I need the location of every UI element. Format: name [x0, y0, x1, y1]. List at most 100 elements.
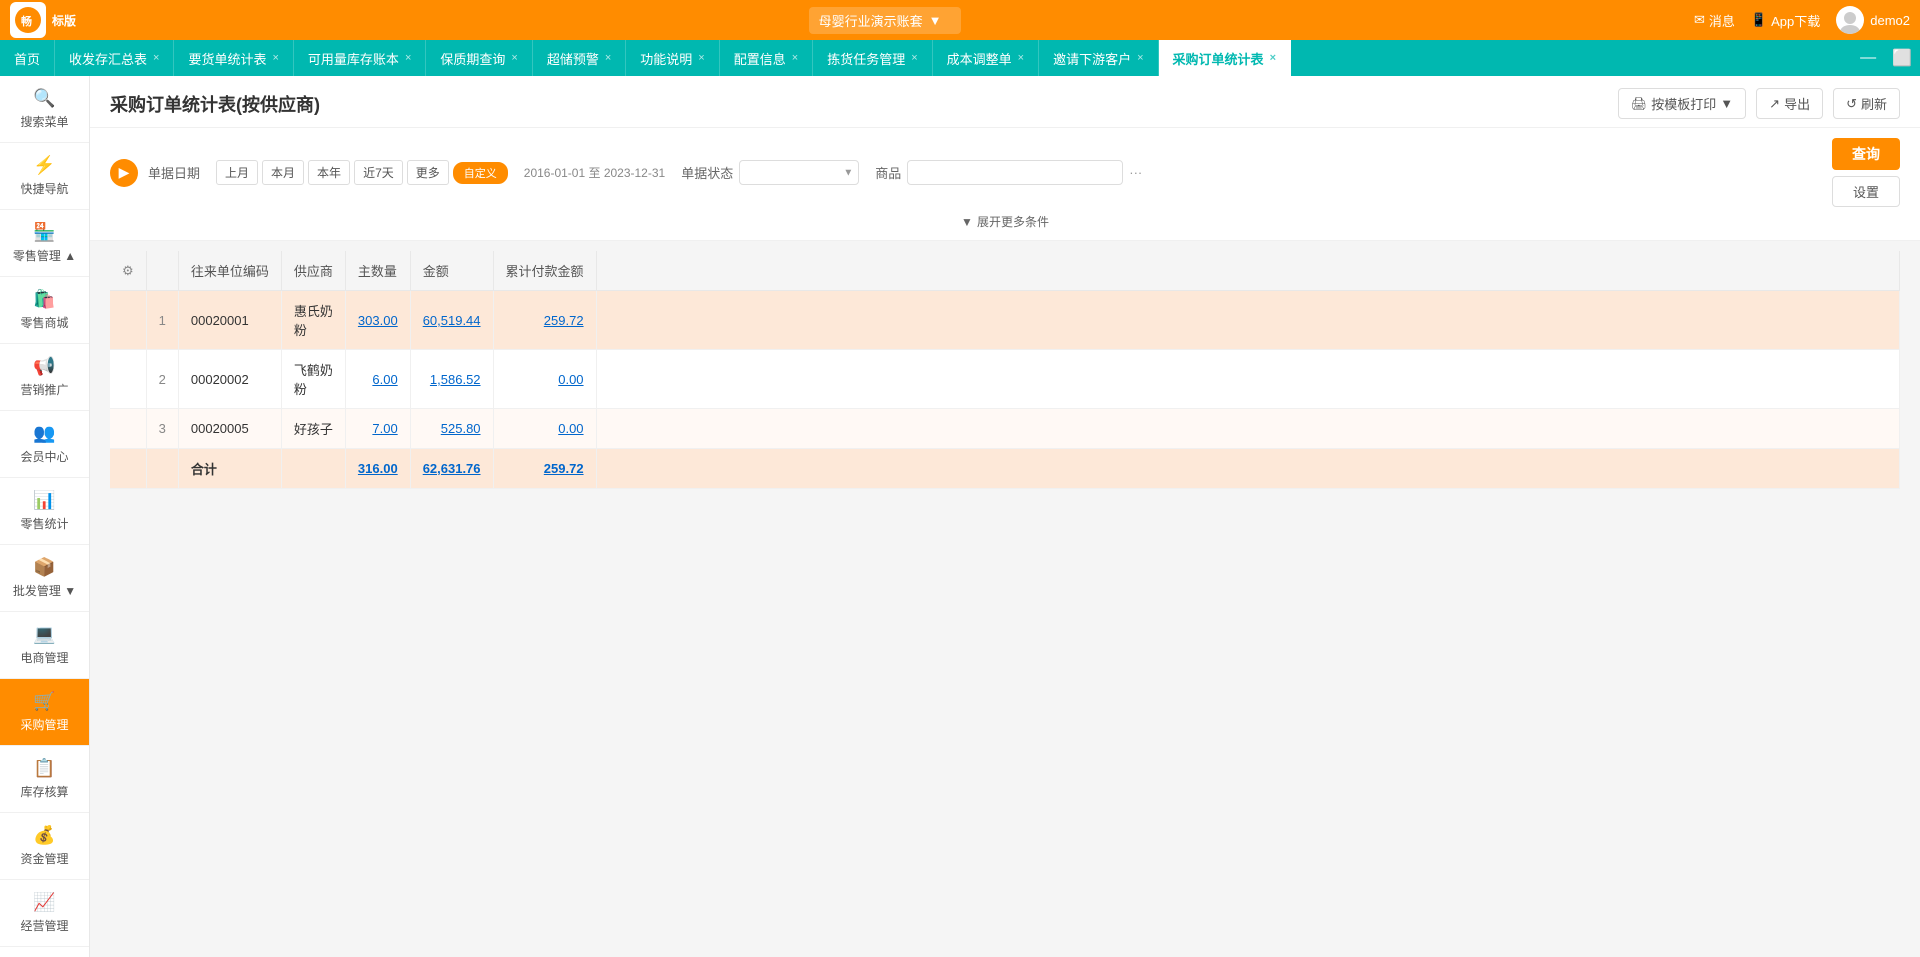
sidebar-item-finance[interactable]: 💰 资金管理: [0, 813, 89, 880]
sidebar-retail-stats-label: 零售统计: [20, 515, 68, 532]
tab-pick-task[interactable]: 拣货任务管理 ×: [813, 40, 932, 76]
sidebar-item-quick-nav[interactable]: ⚡ 快捷导航: [0, 143, 89, 210]
print-btn[interactable]: 🖨 按模板打印 ▼: [1618, 88, 1746, 119]
row-amount[interactable]: 525.80: [410, 409, 493, 449]
th-seq: [146, 251, 178, 291]
refresh-btn[interactable]: ↺ 刷新: [1833, 88, 1900, 119]
sidebar-item-inventory[interactable]: 📋 库存核算: [0, 746, 89, 813]
tab-receive-summary-close[interactable]: ×: [153, 52, 159, 64]
tab-pick-task-close[interactable]: ×: [911, 52, 917, 64]
tab-inventory-ledger-label: 可用量库存账本: [308, 49, 399, 68]
date-btn-last-month[interactable]: 上月: [216, 160, 258, 185]
settings-btn[interactable]: 设置: [1832, 176, 1900, 207]
row-paid[interactable]: 0.00: [493, 409, 596, 449]
sidebar-member-label: 会员中心: [20, 448, 68, 465]
tab-order-stats[interactable]: 要货单统计表 ×: [174, 40, 293, 76]
sidebar-item-basic-info[interactable]: ℹ️ 基础信息: [0, 947, 89, 957]
tab-invite-customer-close[interactable]: ×: [1137, 52, 1143, 64]
expand-more-btn[interactable]: ▼ 展开更多条件: [961, 213, 1049, 230]
tab-purchase-stats-close[interactable]: ×: [1270, 52, 1276, 64]
goods-filter-input[interactable]: [907, 160, 1123, 185]
tab-order-stats-close[interactable]: ×: [272, 52, 278, 64]
footer-gear: [110, 449, 146, 489]
status-select[interactable]: [739, 160, 859, 185]
tab-minimize-btn[interactable]: —: [1852, 40, 1884, 76]
row-amount[interactable]: 1,586.52: [410, 350, 493, 409]
sidebar-item-retail-stats[interactable]: 📊 零售统计: [0, 478, 89, 545]
sidebar-item-marketing[interactable]: 📢 营销推广: [0, 344, 89, 411]
date-btn-more[interactable]: 更多: [407, 160, 449, 185]
logo-text: 标版: [52, 12, 76, 29]
sidebar-item-retail-mgmt[interactable]: 🏪 零售管理 ▲: [0, 210, 89, 277]
sidebar-quick-nav-label: 快捷导航: [20, 180, 68, 197]
tab-overstock-label: 超储预警: [547, 49, 599, 68]
tab-home[interactable]: 首页: [0, 40, 55, 76]
tab-overstock-close[interactable]: ×: [605, 52, 611, 64]
user-area[interactable]: demo2: [1836, 6, 1910, 34]
workspace-selector[interactable]: 母婴行业演示账套 ▼: [809, 7, 962, 34]
date-btn-this-month[interactable]: 本月: [262, 160, 304, 185]
sidebar-ecommerce-label: 电商管理: [20, 649, 68, 666]
footer-extra: [596, 449, 1899, 489]
row-quantity[interactable]: 303.00: [345, 291, 410, 350]
tab-purchase-stats[interactable]: 采购订单统计表 ×: [1159, 40, 1291, 76]
table-row: 2 00020002 飞鹤奶粉 6.00 1,586.52 0.00: [110, 350, 1900, 409]
sidebar-item-retail-mall[interactable]: 🛍️ 零售商城: [0, 277, 89, 344]
row-amount[interactable]: 60,519.44: [410, 291, 493, 350]
row-code: 00020001: [178, 291, 281, 350]
goods-filter-more-icon[interactable]: ···: [1129, 165, 1142, 180]
export-btn[interactable]: ↗ 导出: [1756, 88, 1823, 119]
sidebar-wholesale-label: 批发管理 ▼: [13, 582, 76, 599]
tab-feature-guide[interactable]: 功能说明 ×: [626, 40, 719, 76]
tab-cost-adjust[interactable]: 成本调整单 ×: [933, 40, 1039, 76]
row-paid[interactable]: 259.72: [493, 291, 596, 350]
purchase-icon: 🛒: [33, 691, 55, 712]
sidebar-item-wholesale[interactable]: 📦 批发管理 ▼: [0, 545, 89, 612]
app-download-label: App下载: [1771, 11, 1820, 30]
member-icon: 👥: [33, 423, 55, 444]
tab-feature-guide-close[interactable]: ×: [698, 52, 704, 64]
date-btn-custom[interactable]: 自定义: [453, 162, 508, 184]
row-quantity[interactable]: 7.00: [345, 409, 410, 449]
sidebar-item-operations[interactable]: 📈 经营管理: [0, 880, 89, 947]
data-table: ⚙ 往来单位编码 供应商 主数量 金额 累计付款金额 1 00020001: [110, 251, 1900, 489]
svg-text:畅: 畅: [21, 14, 32, 28]
sidebar-item-purchase[interactable]: 🛒 采购管理: [0, 679, 89, 746]
sidebar-item-search[interactable]: 🔍 搜索菜单: [0, 76, 89, 143]
retail-mall-icon: 🛍️: [33, 289, 55, 310]
row-gear: [110, 291, 146, 350]
row-quantity[interactable]: 6.00: [345, 350, 410, 409]
sidebar-item-ecommerce[interactable]: 💻 电商管理: [0, 612, 89, 679]
gear-icon[interactable]: ⚙: [122, 263, 134, 278]
filter-expand-row: ▼ 展开更多条件: [110, 213, 1900, 230]
top-bar-left: 畅 标版: [10, 2, 76, 38]
tab-maximize-btn[interactable]: ⬜: [1884, 40, 1920, 76]
tab-receive-summary[interactable]: 收发存汇总表 ×: [55, 40, 174, 76]
tab-order-stats-label: 要货单统计表: [188, 49, 266, 68]
tab-shelf-life[interactable]: 保质期查询 ×: [426, 40, 532, 76]
filter-toggle-btn[interactable]: ▶: [110, 159, 138, 187]
row-paid[interactable]: 0.00: [493, 350, 596, 409]
ecommerce-icon: 💻: [33, 624, 55, 645]
tab-overstock[interactable]: 超储预警 ×: [533, 40, 626, 76]
filter-main-row: ▶ 单据日期 上月 本月 本年 近7天 更多 自定义 2016-01-01 至 …: [110, 138, 1900, 207]
sidebar-item-member[interactable]: 👥 会员中心: [0, 411, 89, 478]
row-code: 00020002: [178, 350, 281, 409]
date-btn-this-year[interactable]: 本年: [308, 160, 350, 185]
date-btn-7days[interactable]: 近7天: [354, 160, 403, 185]
tab-config-close[interactable]: ×: [792, 52, 798, 64]
row-gear: [110, 409, 146, 449]
app-download-btn[interactable]: 📱 App下载: [1751, 11, 1820, 30]
table-area: ⚙ 往来单位编码 供应商 主数量 金额 累计付款金额 1 00020001: [90, 241, 1920, 957]
message-btn[interactable]: ✉ 消息: [1694, 11, 1735, 30]
query-btn[interactable]: 查询: [1832, 138, 1900, 170]
tab-config[interactable]: 配置信息 ×: [720, 40, 813, 76]
filter-inputs: 单据日期 上月 本月 本年 近7天 更多 自定义 2016-01-01 至 20…: [148, 160, 1832, 185]
tab-invite-customer[interactable]: 邀请下游客户 ×: [1039, 40, 1158, 76]
tab-cost-adjust-close[interactable]: ×: [1018, 52, 1024, 64]
tab-shelf-life-close[interactable]: ×: [511, 52, 517, 64]
print-dropdown-icon: ▼: [1720, 96, 1733, 111]
tab-inventory-ledger[interactable]: 可用量库存账本 ×: [294, 40, 426, 76]
tab-inventory-ledger-close[interactable]: ×: [405, 52, 411, 64]
table-footer-row: 合计 316.00 62,631.76 259.72: [110, 449, 1900, 489]
